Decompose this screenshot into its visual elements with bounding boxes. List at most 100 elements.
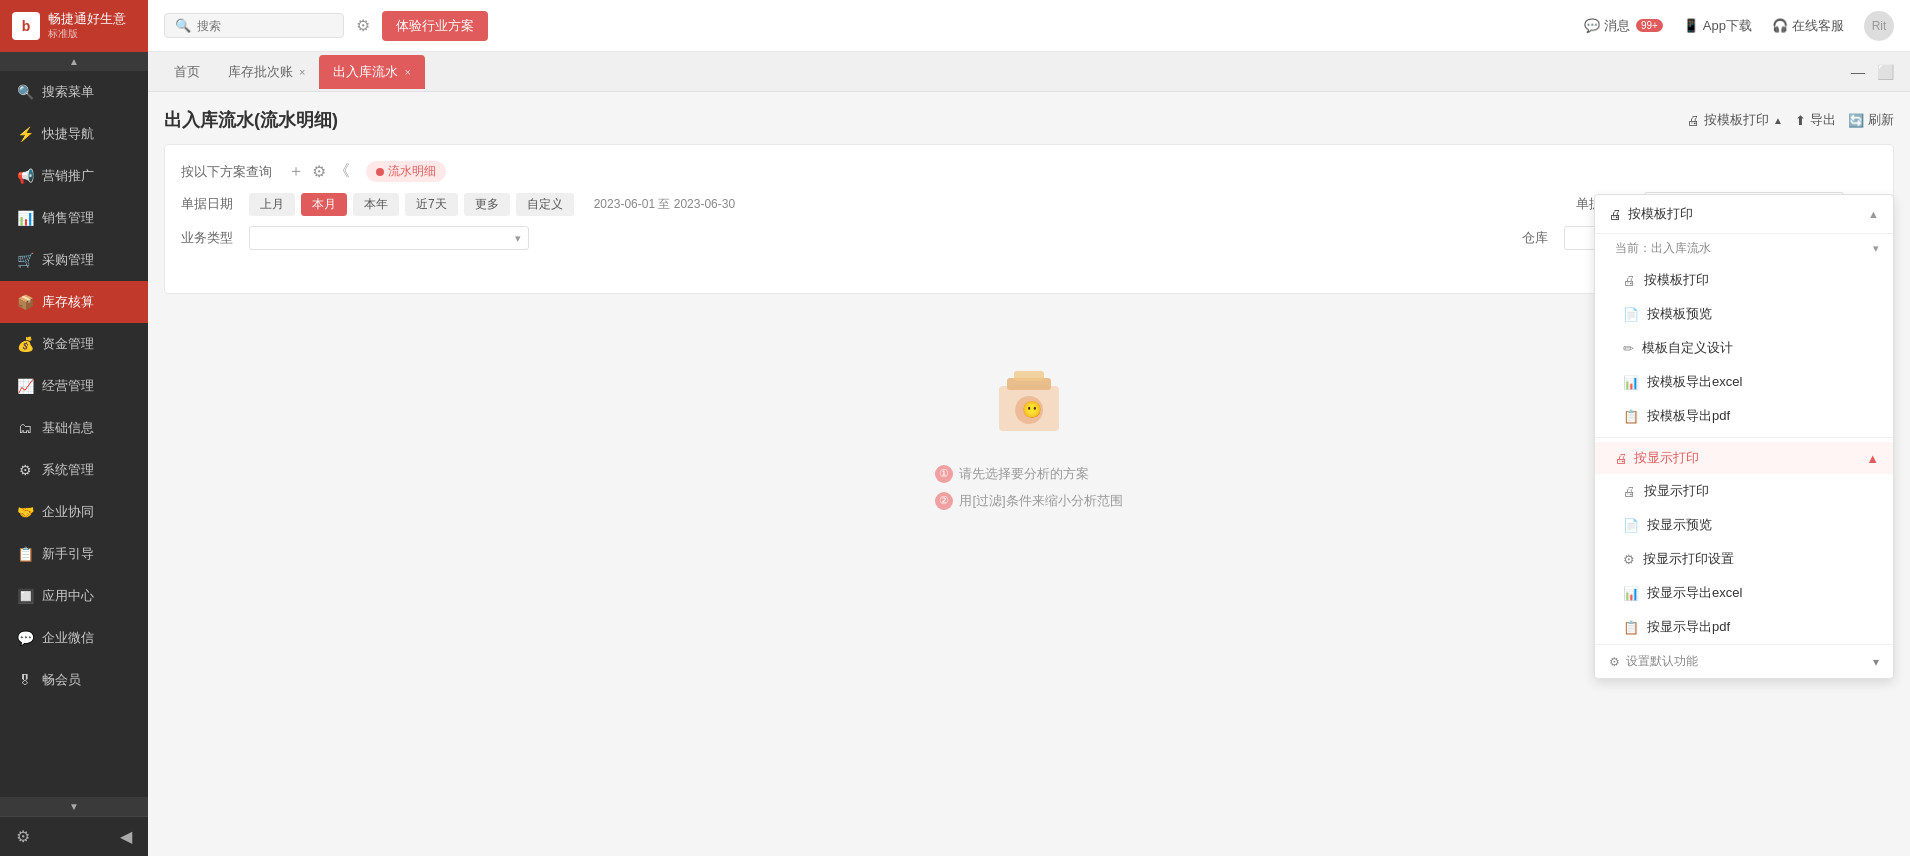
template-pdf-icon: 📋 bbox=[1623, 409, 1639, 424]
sidebar-item-label: 库存核算 bbox=[42, 293, 94, 311]
sidebar-footer: ⚙ ◀ bbox=[0, 816, 148, 856]
sidebar-item-label: 采购管理 bbox=[42, 251, 94, 269]
date-btn-more[interactable]: 更多 bbox=[464, 193, 510, 216]
app-subtitle: 标准版 bbox=[48, 27, 126, 41]
customer-service-label: 在线客服 bbox=[1792, 17, 1844, 35]
template-excel-label: 按模板导出excel bbox=[1647, 373, 1742, 391]
dropdown-item-template-excel[interactable]: 📊 按模板导出excel bbox=[1595, 365, 1893, 399]
app-download-button[interactable]: 📱 App下载 bbox=[1683, 17, 1752, 35]
refresh-button[interactable]: 🔄 刷新 bbox=[1848, 111, 1894, 129]
topbar-gear-icon[interactable]: ⚙ bbox=[356, 16, 370, 35]
sidebar-item-operation[interactable]: 📈 经营管理 bbox=[0, 365, 148, 407]
lightning-icon: ⚡ bbox=[16, 125, 34, 143]
tab-minimize-button[interactable]: — bbox=[1847, 60, 1869, 84]
tab-inventory-flow-label: 出入库流水 bbox=[333, 63, 398, 81]
sidebar-scroll-down[interactable]: ▼ bbox=[0, 797, 148, 816]
dropdown-item-template-print[interactable]: 🖨 按模板打印 bbox=[1595, 263, 1893, 297]
hint-text-2: 用[过滤]条件来缩小分析范围 bbox=[959, 489, 1122, 512]
sidebar-item-label: 销售管理 bbox=[42, 209, 94, 227]
dropdown-title: 按模板打印 bbox=[1628, 205, 1693, 223]
sidebar-item-basic[interactable]: 🗂 基础信息 bbox=[0, 407, 148, 449]
filter-collapse-left-button[interactable]: 《 bbox=[334, 161, 350, 182]
sidebar-item-search[interactable]: 🔍 搜索菜单 bbox=[0, 71, 148, 113]
business-type-select[interactable] bbox=[249, 226, 529, 250]
sidebar-scroll-up[interactable]: ▲ bbox=[0, 52, 148, 71]
topbar: 🔍 ⚙ 体验行业方案 💬 消息 99+ 📱 App下载 🎧 在线客服 Rit bbox=[148, 0, 1910, 52]
customer-service-button[interactable]: 🎧 在线客服 bbox=[1772, 17, 1844, 35]
user-avatar[interactable]: Rit bbox=[1864, 11, 1894, 41]
tab-inventory-batch[interactable]: 库存批次账 × bbox=[214, 55, 319, 89]
tab-home[interactable]: 首页 bbox=[160, 55, 214, 89]
sidebar-item-marketing[interactable]: 📢 营销推广 bbox=[0, 155, 148, 197]
dropdown-divider bbox=[1595, 437, 1893, 438]
sidebar-item-label: 应用中心 bbox=[42, 587, 94, 605]
dropdown-display-section-header[interactable]: 🖨 按显示打印 ▲ bbox=[1595, 442, 1893, 474]
member-icon: 🎖 bbox=[16, 671, 34, 689]
dropdown-item-display-print[interactable]: 🖨 按显示打印 bbox=[1595, 474, 1893, 508]
dropdown-item-template-custom[interactable]: ✏ 模板自定义设计 bbox=[1595, 331, 1893, 365]
sidebar-item-guide[interactable]: 📋 新手引导 bbox=[0, 533, 148, 575]
sidebar: b 畅捷通好生意 标准版 ▲ 🔍 搜索菜单 ⚡ 快捷导航 📢 营销推广 📊 销售… bbox=[0, 0, 148, 856]
filter-settings-button[interactable]: ⚙ bbox=[312, 162, 326, 181]
folder-icon: 🗂 bbox=[16, 419, 34, 437]
wechat-icon: 💬 bbox=[16, 629, 34, 647]
dropdown-item-display-preview[interactable]: 📄 按显示预览 bbox=[1595, 508, 1893, 542]
date-btn-this-year[interactable]: 本年 bbox=[353, 193, 399, 216]
svg-text:😶: 😶 bbox=[1022, 400, 1042, 419]
tab-inventory-flow-close[interactable]: × bbox=[404, 66, 410, 78]
app-download-label: App下载 bbox=[1703, 17, 1752, 35]
main-area: 🔍 ⚙ 体验行业方案 💬 消息 99+ 📱 App下载 🎧 在线客服 Rit bbox=[148, 0, 1910, 856]
date-btn-last-month[interactable]: 上月 bbox=[249, 193, 295, 216]
dropdown-item-display-settings[interactable]: ⚙ 按显示打印设置 bbox=[1595, 542, 1893, 576]
display-preview-label: 按显示预览 bbox=[1647, 516, 1712, 534]
footer-label: 设置默认功能 bbox=[1626, 653, 1698, 670]
sidebar-item-inventory[interactable]: 📦 库存核算 bbox=[0, 281, 148, 323]
dropdown-item-template-pdf[interactable]: 📋 按模板导出pdf bbox=[1595, 399, 1893, 433]
footer-gear-icon[interactable]: ⚙ bbox=[16, 827, 30, 846]
sidebar-item-wechat[interactable]: 💬 企业微信 bbox=[0, 617, 148, 659]
template-custom-icon: ✏ bbox=[1623, 341, 1634, 356]
sidebar-item-label: 系统管理 bbox=[42, 461, 94, 479]
date-btn-this-month[interactable]: 本月 bbox=[301, 193, 347, 216]
message-label: 消息 bbox=[1604, 17, 1630, 35]
hint-item-2: ② 用[过滤]条件来缩小分析范围 bbox=[935, 489, 1122, 512]
sidebar-item-sales[interactable]: 📊 销售管理 bbox=[0, 197, 148, 239]
sidebar-item-label: 新手引导 bbox=[42, 545, 94, 563]
filter-section-label: 按以下方案查询 bbox=[181, 163, 272, 181]
dropdown-footer[interactable]: ⚙ 设置默认功能 ▾ bbox=[1595, 644, 1893, 678]
date-btn-custom[interactable]: 自定义 bbox=[516, 193, 574, 216]
tab-inventory-batch-close[interactable]: × bbox=[299, 66, 305, 78]
sidebar-item-label: 企业微信 bbox=[42, 629, 94, 647]
sidebar-item-corp[interactable]: 🤝 企业协同 bbox=[0, 491, 148, 533]
footer-settings-icon: ⚙ bbox=[1609, 655, 1620, 669]
warehouse-filter-label: 仓库 bbox=[1522, 229, 1548, 247]
date-btn-7days[interactable]: 近7天 bbox=[405, 193, 458, 216]
sidebar-item-system[interactable]: ⚙ 系统管理 bbox=[0, 449, 148, 491]
sidebar-item-member[interactable]: 🎖 畅会员 bbox=[0, 659, 148, 701]
date-range-display: 2023-06-01 至 2023-06-30 bbox=[594, 196, 735, 213]
sidebar-item-app-center[interactable]: 🔲 应用中心 bbox=[0, 575, 148, 617]
export-button[interactable]: ⬆ 导出 bbox=[1795, 111, 1836, 129]
dropdown-item-display-pdf[interactable]: 📋 按显示导出pdf bbox=[1595, 610, 1893, 644]
tab-inventory-flow[interactable]: 出入库流水 × bbox=[319, 55, 424, 89]
dropdown-item-display-excel[interactable]: 📊 按显示导出excel bbox=[1595, 576, 1893, 610]
headset-icon: 🎧 bbox=[1772, 18, 1788, 33]
print-button[interactable]: 🖨 按模板打印 ▲ bbox=[1687, 111, 1783, 129]
dropdown-item-template-preview[interactable]: 📄 按模板预览 bbox=[1595, 297, 1893, 331]
sidebar-item-purchase[interactable]: 🛒 采购管理 bbox=[0, 239, 148, 281]
filter-add-button[interactable]: ＋ bbox=[288, 161, 304, 182]
search-icon: 🔍 bbox=[16, 83, 34, 101]
message-button[interactable]: 💬 消息 99+ bbox=[1584, 17, 1663, 35]
business-type-select-wrapper bbox=[249, 226, 529, 250]
footer-collapse-icon[interactable]: ◀ bbox=[120, 827, 132, 846]
tab-maximize-button[interactable]: ⬜ bbox=[1873, 60, 1898, 84]
display-section-label: 按显示打印 bbox=[1634, 449, 1699, 467]
trial-button[interactable]: 体验行业方案 bbox=[382, 11, 488, 41]
topbar-search-box[interactable]: 🔍 bbox=[164, 13, 344, 38]
filter-tag-dot bbox=[376, 168, 384, 176]
sidebar-item-label: 经营管理 bbox=[42, 377, 94, 395]
sidebar-item-finance[interactable]: 💰 资金管理 bbox=[0, 323, 148, 365]
hint-num-1: ① bbox=[935, 465, 953, 483]
sidebar-item-shortcut[interactable]: ⚡ 快捷导航 bbox=[0, 113, 148, 155]
search-input[interactable] bbox=[197, 19, 327, 33]
